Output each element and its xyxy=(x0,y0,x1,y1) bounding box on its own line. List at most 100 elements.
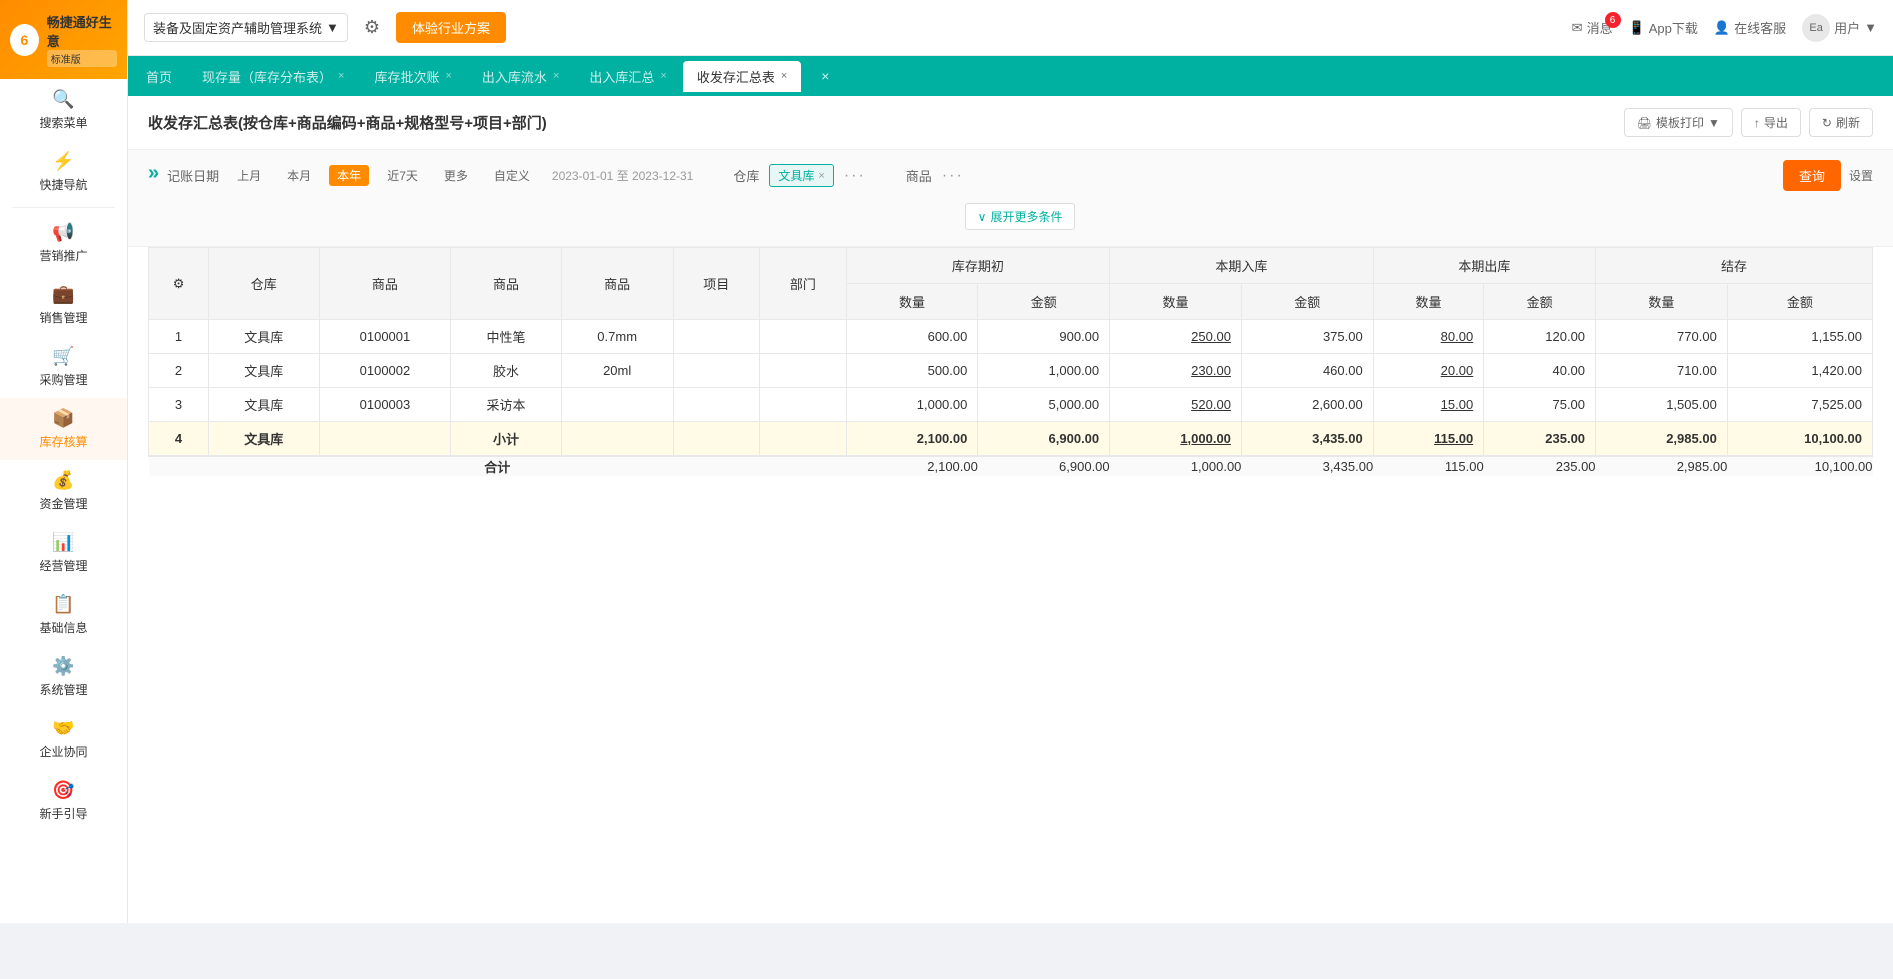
system-selector[interactable]: 装备及固定资产辅助管理系统 ▼ xyxy=(144,13,348,42)
message-button[interactable]: ✉ 消息 6 xyxy=(1572,18,1613,37)
warehouse-tag-remove[interactable]: × xyxy=(818,170,824,182)
table-cell: 1 xyxy=(149,320,209,354)
table-cell[interactable]: 80.00 xyxy=(1373,320,1484,354)
table-row: 2文具库0100002胶水20ml500.001,000.00230.00460… xyxy=(149,354,1873,388)
date-btn-more[interactable]: 更多 xyxy=(436,165,476,186)
table-cell[interactable]: 115.00 xyxy=(1373,422,1484,457)
purchase-icon: 🛒 xyxy=(52,346,74,367)
table-cell[interactable]: 520.00 xyxy=(1110,388,1242,422)
th-opening-group: 库存期初 xyxy=(846,248,1110,284)
footer-bal-qty: 2,985.00 xyxy=(1596,456,1728,476)
table-cell: 710.00 xyxy=(1596,354,1728,388)
user-menu[interactable]: Ea 用户 ▼ xyxy=(1802,14,1877,42)
quick-nav-icon: ⚡ xyxy=(52,151,74,172)
date-range-display: 2023-01-01 至 2023-12-31 xyxy=(552,167,693,184)
th-open-amt: 金额 xyxy=(978,284,1110,320)
tab-close-stock-dist[interactable]: × xyxy=(338,70,344,82)
date-btn-this-year[interactable]: 本年 xyxy=(329,165,369,186)
goods-label: 商品 xyxy=(906,166,932,185)
sidebar-item-sales[interactable]: 💼 销售管理 xyxy=(0,274,127,336)
print-button[interactable]: 🖨 模板打印 ▼ xyxy=(1624,108,1733,137)
sidebar-item-biz[interactable]: 📊 经营管理 xyxy=(0,522,127,584)
tab-close-io-summary[interactable]: × xyxy=(660,70,666,82)
sidebar-item-search[interactable]: 🔍 搜索菜单 xyxy=(0,79,127,141)
export-button[interactable]: ↑ 导出 xyxy=(1741,108,1801,137)
app-download-button[interactable]: 📱 App下载 xyxy=(1629,18,1698,37)
table-cell[interactable]: 250.00 xyxy=(1110,320,1242,354)
sidebar-item-corp[interactable]: 🤝 企业协同 xyxy=(0,708,127,770)
table-cell: 中性笔 xyxy=(451,320,561,354)
filter-toggle-button[interactable]: » xyxy=(148,162,159,185)
goods-more-button[interactable]: ··· xyxy=(942,167,964,185)
tab-close-io-flow[interactable]: × xyxy=(553,70,559,82)
table-settings-header[interactable]: ⚙ xyxy=(149,248,209,320)
tab-batch-acct[interactable]: 库存批次账 × xyxy=(360,61,465,92)
date-btn-this-month[interactable]: 本月 xyxy=(279,165,319,186)
sidebar: 6 畅捷通好生意 标准版 🔍 搜索菜单 ⚡ 快捷导航 📢 营销推广 💼 销售管理… xyxy=(0,0,128,923)
refresh-button[interactable]: ↻ 刷新 xyxy=(1809,108,1873,137)
footer-out-qty: 115.00 xyxy=(1373,456,1484,476)
sidebar-item-inventory[interactable]: 📦 库存核算 xyxy=(0,398,127,460)
table-cell: 2,100.00 xyxy=(846,422,978,457)
sidebar-item-system[interactable]: ⚙️ 系统管理 xyxy=(0,646,127,708)
close-all-tabs-button[interactable]: × xyxy=(815,66,835,86)
table-cell xyxy=(760,320,847,354)
th-out-group: 本期出库 xyxy=(1373,248,1595,284)
sidebar-item-quick-nav[interactable]: ⚡ 快捷导航 xyxy=(0,141,127,203)
settings-button[interactable]: 设置 xyxy=(1849,167,1873,184)
table-cell: 40.00 xyxy=(1484,354,1596,388)
expand-more-button[interactable]: ∨ 展开更多条件 xyxy=(965,203,1076,230)
date-btn-custom[interactable]: 自定义 xyxy=(486,165,538,186)
table-cell: 2,600.00 xyxy=(1241,388,1373,422)
th-out-amt: 金额 xyxy=(1484,284,1596,320)
tab-close-batch-acct[interactable]: × xyxy=(445,70,451,82)
table-cell[interactable]: 230.00 xyxy=(1110,354,1242,388)
tab-recv-send[interactable]: 收发存汇总表 × xyxy=(683,61,801,92)
trial-button[interactable]: 体验行业方案 xyxy=(396,12,506,43)
table-cell xyxy=(319,422,451,457)
tab-close-recv-send[interactable]: × xyxy=(781,70,787,82)
table-cell[interactable]: 20.00 xyxy=(1373,354,1484,388)
tab-stock-dist[interactable]: 现存量（库存分布表） × xyxy=(188,61,358,92)
sidebar-item-basic[interactable]: 📋 基础信息 xyxy=(0,584,127,646)
sidebar-item-fund[interactable]: 💰 资金管理 xyxy=(0,460,127,522)
date-btn-last-month[interactable]: 上月 xyxy=(229,165,269,186)
filter-row-1: 记账日期 上月 本月 本年 近7天 更多 自定义 2023-01-01 至 20… xyxy=(167,160,1873,191)
table-cell: 4 xyxy=(149,422,209,457)
table-cell: 3,435.00 xyxy=(1241,422,1373,457)
corp-icon: 🤝 xyxy=(52,718,74,739)
page-title: 收发存汇总表(按仓库+商品编码+商品+规格型号+项目+部门) xyxy=(148,112,547,133)
table-cell: 2,985.00 xyxy=(1596,422,1728,457)
table-settings-icon: ⚙ xyxy=(173,276,185,291)
basic-icon: 📋 xyxy=(52,594,74,615)
sidebar-item-marketing[interactable]: 📢 营销推广 xyxy=(0,212,127,274)
warehouse-filter-tag[interactable]: 文具库 × xyxy=(769,164,833,187)
table-cell: 500.00 xyxy=(846,354,978,388)
refresh-icon: ↻ xyxy=(1822,116,1832,130)
sidebar-item-purchase[interactable]: 🛒 采购管理 xyxy=(0,336,127,398)
table-cell[interactable]: 15.00 xyxy=(1373,388,1484,422)
biz-icon: 📊 xyxy=(52,532,74,553)
table-cell xyxy=(673,354,760,388)
chevron-down-icon: ▼ xyxy=(1864,20,1877,35)
chevron-down-icon: ▼ xyxy=(326,20,339,35)
th-in-amt: 金额 xyxy=(1241,284,1373,320)
warehouse-more-button[interactable]: ··· xyxy=(844,167,866,185)
online-service-button[interactable]: 👤 在线客服 xyxy=(1714,18,1786,37)
query-button[interactable]: 查询 xyxy=(1783,160,1841,191)
inventory-icon: 📦 xyxy=(52,408,74,429)
system-icon: ⚙️ xyxy=(52,656,74,677)
table-cell: 胶水 xyxy=(451,354,561,388)
table-cell[interactable]: 1,000.00 xyxy=(1110,422,1242,457)
table-cell: 文具库 xyxy=(209,320,319,354)
date-btn-last-7-days[interactable]: 近7天 xyxy=(379,165,426,186)
table-cell: 6,900.00 xyxy=(978,422,1110,457)
table-cell: 3 xyxy=(149,388,209,422)
table-cell: 120.00 xyxy=(1484,320,1596,354)
tab-io-summary[interactable]: 出入库汇总 × xyxy=(575,61,680,92)
tab-io-flow[interactable]: 出入库流水 × xyxy=(468,61,573,92)
fund-icon: 💰 xyxy=(52,470,74,491)
sidebar-item-guide[interactable]: 🎯 新手引导 xyxy=(0,770,127,832)
settings-icon[interactable]: ⚙ xyxy=(360,13,384,42)
tab-home[interactable]: 首页 xyxy=(132,61,186,92)
